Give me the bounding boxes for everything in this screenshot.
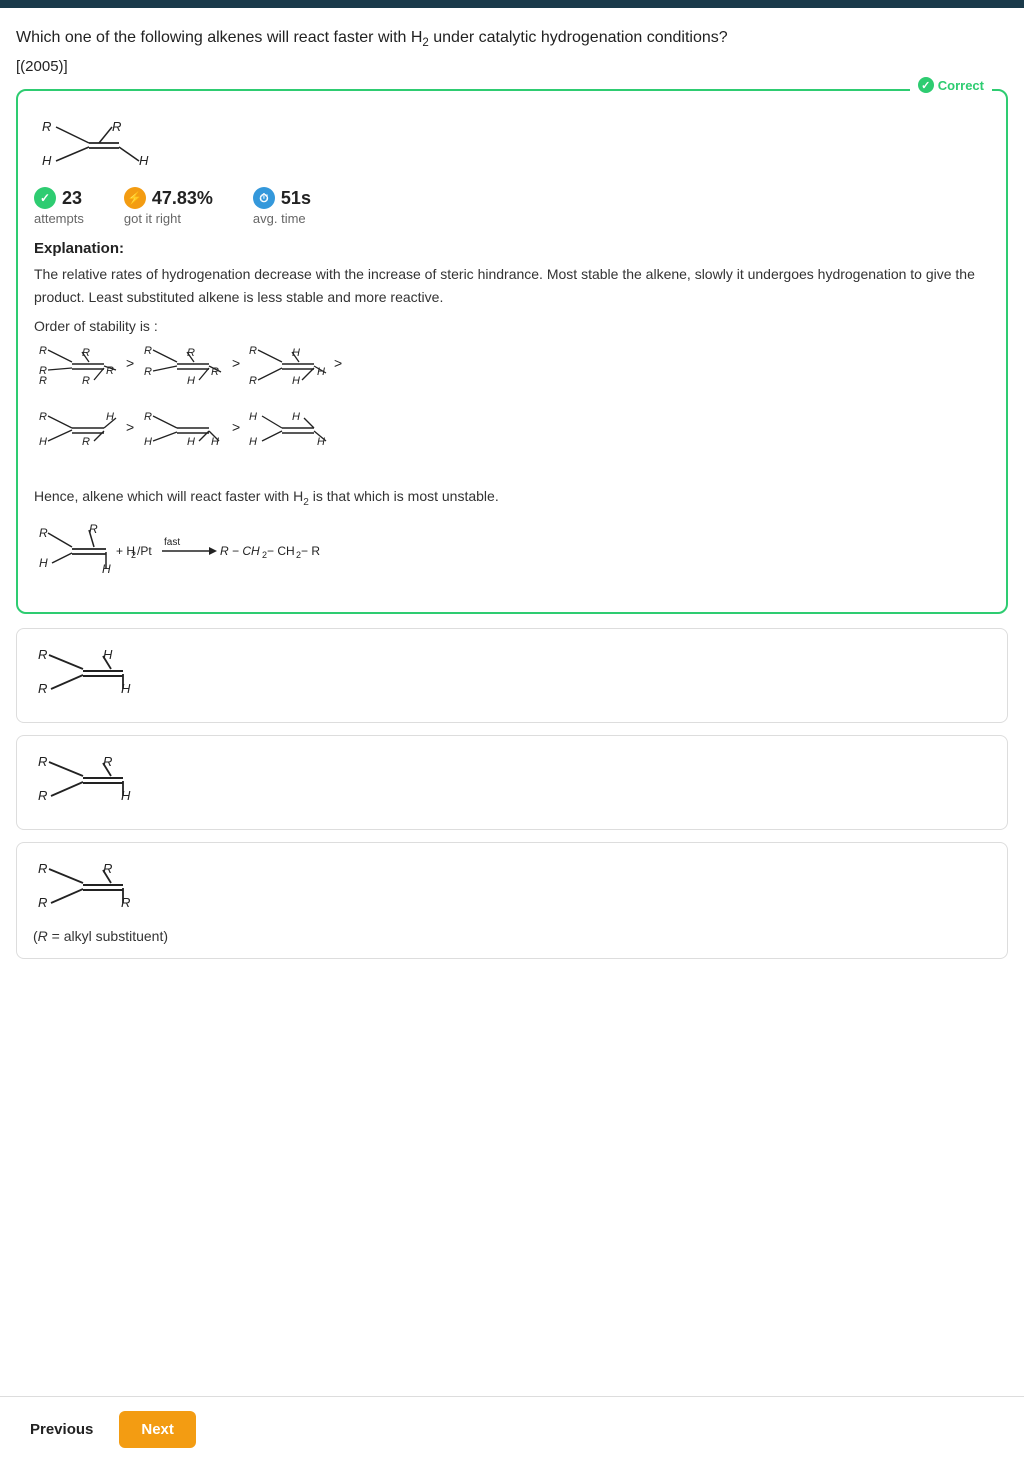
svg-text:H: H — [292, 375, 300, 387]
svg-text:H: H — [39, 556, 48, 570]
svg-text:R: R — [39, 411, 47, 423]
next-button[interactable]: Next — [119, 1411, 196, 1448]
year-tag: [(2005)] — [16, 58, 1008, 75]
svg-text:>: > — [232, 355, 240, 371]
svg-text:R: R — [144, 411, 152, 423]
svg-text:H: H — [187, 436, 195, 448]
svg-text:R: R — [249, 375, 257, 387]
option-d-note: (R = alkyl substituent) — [33, 928, 991, 944]
svg-text:H: H — [144, 436, 152, 448]
correct-answer-card: ✓ Correct R R H H — [16, 89, 1008, 614]
svg-text:R: R — [39, 365, 47, 377]
time-value: ⏱ 51s — [253, 187, 311, 209]
option-d-card[interactable]: R R R R (R = alkyl substituent) — [16, 842, 1008, 959]
svg-text:R: R — [144, 366, 152, 378]
correct-label: Correct — [938, 78, 984, 93]
hint-text: Hence, alkene which will react faster wi… — [34, 485, 990, 511]
svg-text:R: R — [38, 754, 47, 769]
question-text: Which one of the following alkenes will … — [16, 26, 1008, 52]
svg-text:H: H — [139, 153, 149, 168]
svg-text:H: H — [249, 411, 257, 423]
reaction-equation: R R H H + H 2 /Pt fast R − C — [34, 521, 990, 596]
svg-text:H: H — [39, 436, 47, 448]
svg-text:H: H — [317, 436, 325, 448]
svg-text:H: H — [292, 411, 300, 423]
svg-text:/Pt: /Pt — [137, 544, 152, 558]
option-b-card[interactable]: R H R H — [16, 628, 1008, 723]
svg-text:R: R — [38, 788, 47, 803]
order-label: Order of stability is : — [34, 318, 990, 334]
svg-text:R: R — [39, 526, 48, 540]
previous-button[interactable]: Previous — [16, 1411, 107, 1448]
svg-text:− CH: − CH — [267, 544, 295, 558]
percent-icon: ⚡ — [124, 187, 146, 209]
svg-text:R: R — [38, 861, 47, 876]
stability-diagram: R R R R R R > R R — [34, 340, 990, 475]
attempts-label: attempts — [34, 211, 84, 226]
nav-bar: Previous Next — [0, 1396, 1024, 1462]
svg-text:H: H — [187, 375, 195, 387]
svg-text:− R: − R — [301, 544, 320, 558]
option-c-card[interactable]: R R R H — [16, 735, 1008, 830]
svg-text:>: > — [334, 355, 342, 371]
svg-text:R: R — [39, 345, 47, 357]
svg-text:R: R — [38, 647, 47, 662]
svg-text:R: R — [82, 436, 90, 448]
check-icon: ✓ — [918, 77, 934, 93]
explanation-title: Explanation: — [34, 240, 990, 257]
svg-text:R: R — [112, 119, 121, 134]
svg-text:R: R — [82, 375, 90, 387]
time-stat: ⏱ 51s avg. time — [253, 187, 311, 226]
time-icon: ⏱ — [253, 187, 275, 209]
svg-text:H: H — [42, 153, 52, 168]
svg-text:R: R — [38, 895, 47, 910]
svg-text:R: R — [42, 119, 51, 134]
attempts-value: ✓ 23 — [34, 187, 84, 209]
svg-text:R: R — [144, 345, 152, 357]
attempts-stat: ✓ 23 attempts — [34, 187, 84, 226]
svg-text:R: R — [38, 681, 47, 696]
stats-row: ✓ 23 attempts ⚡ 47.83% got it right ⏱ 51… — [34, 187, 990, 226]
svg-text:R − CH: R − CH — [220, 544, 260, 558]
correct-badge: ✓ Correct — [910, 77, 992, 93]
svg-text:H: H — [249, 436, 257, 448]
svg-text:>: > — [126, 419, 134, 435]
correct-molecule: R R H H — [34, 113, 990, 173]
top-bar — [0, 0, 1024, 8]
explanation-body: The relative rates of hydrogenation decr… — [34, 263, 990, 308]
svg-text:2: 2 — [131, 550, 136, 560]
percent-stat: ⚡ 47.83% got it right — [124, 187, 213, 226]
time-label: avg. time — [253, 211, 311, 226]
percent-label: got it right — [124, 211, 213, 226]
main-content: Which one of the following alkenes will … — [0, 8, 1024, 1091]
svg-text:fast: fast — [164, 537, 180, 548]
svg-text:R: R — [249, 345, 257, 357]
svg-text:>: > — [126, 355, 134, 371]
attempts-icon: ✓ — [34, 187, 56, 209]
percent-value: ⚡ 47.83% — [124, 187, 213, 209]
svg-text:>: > — [232, 419, 240, 435]
